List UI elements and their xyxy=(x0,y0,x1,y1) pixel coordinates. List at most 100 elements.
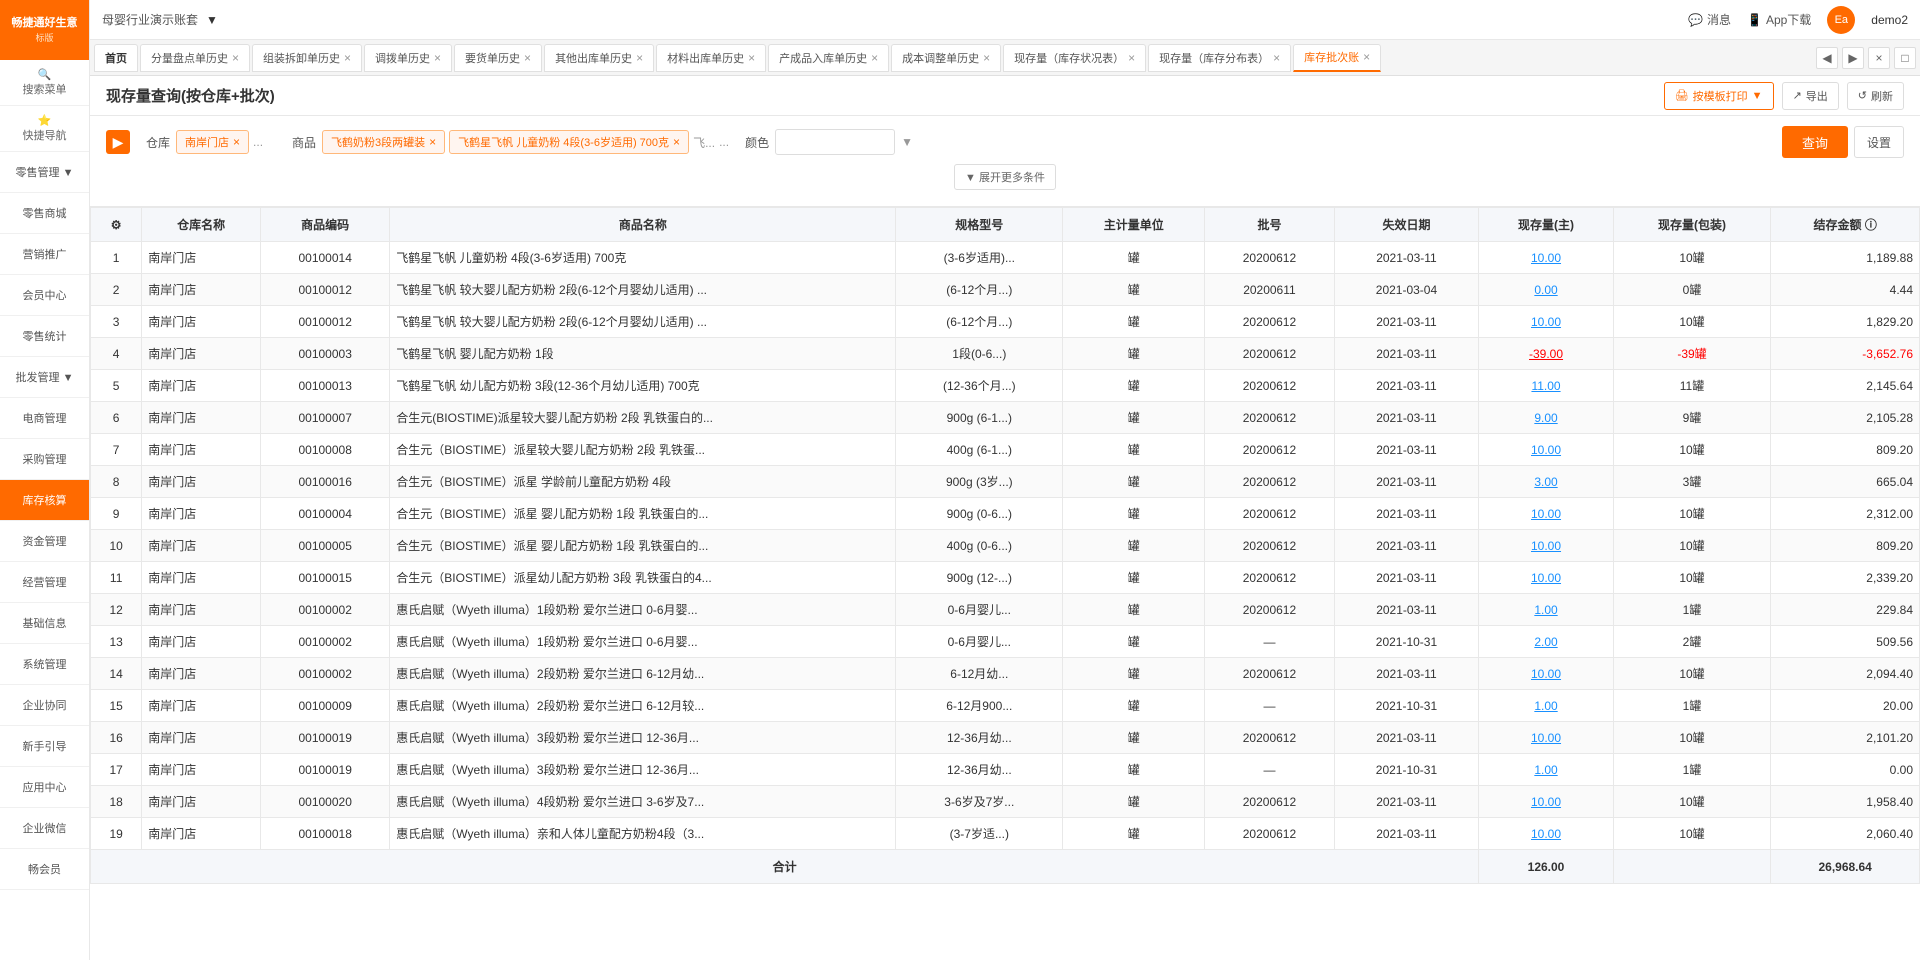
sidebar-item-member2[interactable]: 畅会员 xyxy=(0,849,90,890)
sidebar-item-ecommerce[interactable]: 电商管理 xyxy=(0,398,90,439)
row-qty-main[interactable]: 1.00 xyxy=(1479,754,1613,786)
product-tag-1-close[interactable]: × xyxy=(429,135,436,149)
row-qty-main[interactable]: 0.00 xyxy=(1479,274,1613,306)
sidebar-item-app-center[interactable]: 应用中心 xyxy=(0,767,90,808)
table-row: 12 南岸门店 00100002 惠氏启赋（Wyeth illuma）1段奶粉 … xyxy=(91,594,1920,626)
row-qty-main[interactable]: 10.00 xyxy=(1479,530,1613,562)
close-icon[interactable]: × xyxy=(232,51,239,65)
warehouse-tag-nanandianmen[interactable]: 南岸门店 × xyxy=(176,130,249,154)
tab-qitachudan[interactable]: 其他出库单历史 × xyxy=(544,44,654,72)
row-qty-main[interactable]: 2.00 xyxy=(1479,626,1613,658)
tab-chenben[interactable]: 成本调整单历史 × xyxy=(891,44,1001,72)
close-icon[interactable]: × xyxy=(434,51,441,65)
row-qty-main[interactable]: -39.00 xyxy=(1479,338,1613,370)
close-icon[interactable]: × xyxy=(524,51,531,65)
query-btn[interactable]: 查询 xyxy=(1782,126,1848,158)
industry-dropdown[interactable]: ▼ xyxy=(206,13,218,27)
sidebar-item-retail-shop[interactable]: 零售商城 xyxy=(0,193,90,234)
product-tag-2-close[interactable]: × xyxy=(673,135,680,149)
sidebar-item-purchase[interactable]: 采购管理 xyxy=(0,439,90,480)
tab-zuzhangchaijian[interactable]: 组装拆卸单历史 × xyxy=(252,44,362,72)
avatar[interactable]: Ea xyxy=(1827,6,1855,34)
row-code: 00100012 xyxy=(261,306,390,338)
row-spec: 1段(0-6...) xyxy=(896,338,1063,370)
product-tag-1[interactable]: 飞鹤奶粉3段两罐装 × xyxy=(322,130,445,154)
sidebar-item-marketing[interactable]: 营销推广 xyxy=(0,234,90,275)
product-more[interactable]: 飞... xyxy=(693,134,715,151)
sidebar-item-enterprise[interactable]: 企业协同 xyxy=(0,685,90,726)
sidebar-item-operation[interactable]: 经营管理 xyxy=(0,562,90,603)
row-no: 6 xyxy=(91,402,142,434)
sidebar-item-retail-mgmt[interactable]: 零售管理 ▼ xyxy=(0,152,90,193)
settings-btn[interactable]: 设置 xyxy=(1854,126,1904,158)
close-icon[interactable]: × xyxy=(344,51,351,65)
row-qty-main[interactable]: 9.00 xyxy=(1479,402,1613,434)
export-btn[interactable]: ↗ 导出 xyxy=(1782,82,1839,110)
tabs-next-btn[interactable]: ▶ xyxy=(1842,47,1864,69)
expand-more-btn[interactable]: ▼ 展开更多条件 xyxy=(954,164,1056,190)
row-qty-main[interactable]: 10.00 xyxy=(1479,786,1613,818)
color-dropdown-icon[interactable]: ▼ xyxy=(901,135,913,149)
app-download-btn[interactable]: 📱 App下载 xyxy=(1747,11,1811,28)
tab-fenliangpandian[interactable]: 分量盘点单历史 × xyxy=(140,44,250,72)
close-icon[interactable]: × xyxy=(636,51,643,65)
row-qty-main[interactable]: 3.00 xyxy=(1479,466,1613,498)
tab-chanpinruku[interactable]: 产成品入库单历史 × xyxy=(768,44,889,72)
filter-expand-arrow[interactable]: ▶ xyxy=(106,130,130,154)
close-icon[interactable]: × xyxy=(1363,50,1370,64)
close-icon[interactable]: × xyxy=(983,51,990,65)
sidebar-item-wholesale[interactable]: 批发管理 ▼ xyxy=(0,357,90,398)
row-expire: 2021-03-11 xyxy=(1334,338,1479,370)
sidebar-item-wechat[interactable]: 企业微信 xyxy=(0,808,90,849)
close-icon[interactable]: × xyxy=(871,51,878,65)
table-row: 4 南岸门店 00100003 飞鹤星飞帆 婴儿配方奶粉 1段 1段(0-6..… xyxy=(91,338,1920,370)
row-qty-main[interactable]: 10.00 xyxy=(1479,818,1613,850)
sidebar-item-finance[interactable]: 资金管理 xyxy=(0,521,90,562)
close-icon[interactable]: × xyxy=(1273,51,1280,65)
tab-kucunpici[interactable]: 库存批次账 × xyxy=(1293,44,1381,72)
product-tag-2[interactable]: 飞鹤星飞帆 儿童奶粉 4段(3-6岁适用) 700克 × xyxy=(449,130,689,154)
username[interactable]: demo2 xyxy=(1871,13,1908,27)
refresh-btn[interactable]: ↺ 刷新 xyxy=(1847,82,1904,110)
close-icon[interactable]: × xyxy=(1128,51,1135,65)
tabs-prev-btn[interactable]: ◀ xyxy=(1816,47,1838,69)
tab-diaoboddan[interactable]: 调拨单历史 × xyxy=(364,44,452,72)
sidebar-item-sys-mgmt[interactable]: 系统管理 xyxy=(0,644,90,685)
close-icon[interactable]: × xyxy=(748,51,755,65)
template-print-btn[interactable]: 🖨 按模板打印 ▼ xyxy=(1664,82,1774,110)
tab-cailiaochudan[interactable]: 材料出库单历史 × xyxy=(656,44,766,72)
row-warehouse: 南岸门店 xyxy=(142,466,261,498)
tabs-close-btn[interactable]: × xyxy=(1868,47,1890,69)
warehouse-more[interactable]: ... xyxy=(253,135,263,149)
sidebar-item-base-info[interactable]: 基础信息 xyxy=(0,603,90,644)
product-ellipsis[interactable]: ... xyxy=(719,135,729,149)
row-qty-main[interactable]: 1.00 xyxy=(1479,690,1613,722)
row-qty-main[interactable]: 10.00 xyxy=(1479,562,1613,594)
tab-yaohuo[interactable]: 要货单历史 × xyxy=(454,44,542,72)
row-qty-main[interactable]: 10.00 xyxy=(1479,722,1613,754)
row-qty-main[interactable]: 10.00 xyxy=(1479,306,1613,338)
tabs-maximize-btn[interactable]: □ xyxy=(1894,47,1916,69)
sidebar-item-inventory[interactable]: 库存核算 xyxy=(0,480,90,521)
color-input[interactable] xyxy=(775,129,895,155)
sidebar-item-member[interactable]: 会员中心 xyxy=(0,275,90,316)
message-btn[interactable]: 💬 消息 xyxy=(1688,11,1731,28)
sidebar-search[interactable]: 🔍 搜索菜单 xyxy=(0,60,90,106)
tab-xiancunliangfenbu[interactable]: 现存量（库存分布表）× xyxy=(1148,44,1291,72)
tab-home[interactable]: 首页 xyxy=(94,44,138,72)
row-qty-main[interactable]: 10.00 xyxy=(1479,498,1613,530)
sidebar-quick-nav[interactable]: ⭐ 快捷导航 xyxy=(0,106,90,152)
sidebar-item-retail-stat[interactable]: 零售统计 xyxy=(0,316,90,357)
row-qty-main[interactable]: 10.00 xyxy=(1479,242,1613,274)
row-qty-pkg: 10罐 xyxy=(1613,786,1771,818)
tab-xiancunliangkuankuang[interactable]: 现存量（库存状况表）× xyxy=(1003,44,1146,72)
row-qty-main[interactable]: 10.00 xyxy=(1479,658,1613,690)
row-spec: 900g (0-6...) xyxy=(896,498,1063,530)
row-qty-main[interactable]: 11.00 xyxy=(1479,370,1613,402)
sidebar-item-newbie[interactable]: 新手引导 xyxy=(0,726,90,767)
col-settings[interactable]: ⚙ xyxy=(91,208,142,242)
row-no: 16 xyxy=(91,722,142,754)
row-qty-main[interactable]: 1.00 xyxy=(1479,594,1613,626)
row-qty-main[interactable]: 10.00 xyxy=(1479,434,1613,466)
warehouse-tag-close[interactable]: × xyxy=(233,135,240,149)
